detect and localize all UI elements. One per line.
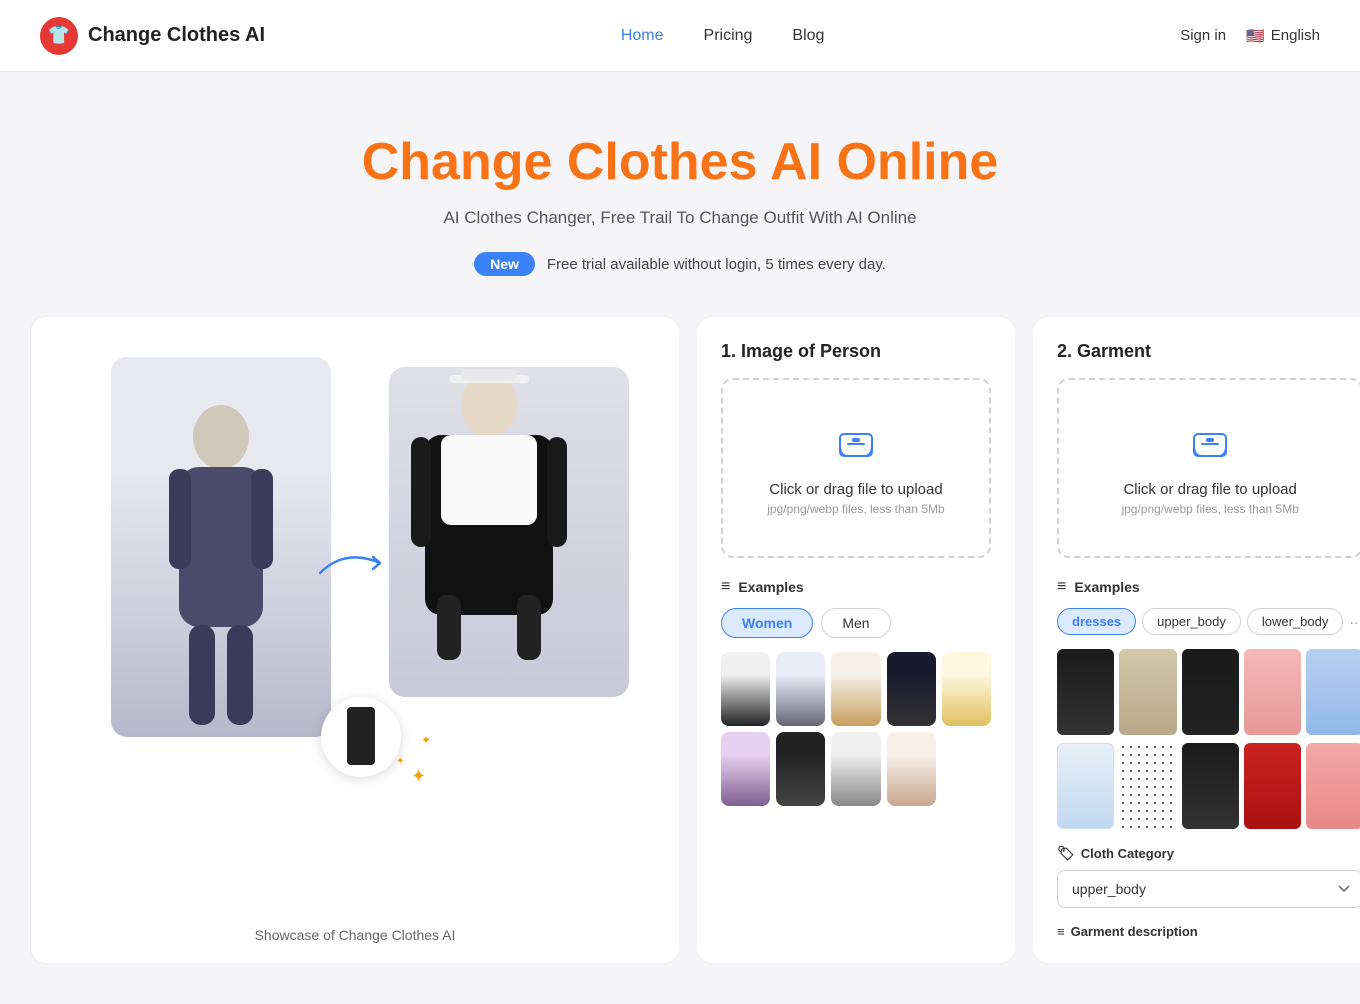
hero-subtitle: AI Clothes Changer, Free Trail To Change… <box>20 208 1340 228</box>
hero-badge-row: New Free trial available without login, … <box>20 252 1340 276</box>
main-content: ✦ ✦ ✦ Showcase of Change Clothes AI 1. I… <box>0 316 1360 1004</box>
tab-women[interactable]: Women <box>721 608 813 638</box>
showcase-label: Showcase of Change Clothes AI <box>255 927 456 943</box>
person-silhouette-right <box>389 367 589 667</box>
sign-in-button[interactable]: Sign in <box>1180 27 1226 44</box>
inbox-icon <box>836 420 876 460</box>
brand-icon: 👕 <box>40 17 78 55</box>
arrow-indicator <box>315 543 395 591</box>
cloth-category-label: 🏷 Cloth Category <box>1057 845 1360 862</box>
garment-example-3[interactable] <box>1182 649 1239 735</box>
garment-panel: 2. Garment Click or drag file to upload … <box>1032 316 1360 964</box>
showcase-person-after <box>389 367 629 697</box>
garment-panel-title: 2. Garment <box>1057 341 1360 362</box>
person-example-8[interactable] <box>831 732 880 806</box>
person-example-1[interactable] <box>721 652 770 726</box>
person-example-3[interactable] <box>831 652 880 726</box>
person-upload-icon <box>743 420 969 469</box>
person-example-5[interactable] <box>942 652 991 726</box>
person-silhouette-left <box>151 397 291 737</box>
gender-tabs: Women Men <box>721 608 991 638</box>
badge-text: Free trial available without login, 5 ti… <box>547 256 886 273</box>
language-label: English <box>1271 27 1320 44</box>
garment-examples-header: ≡ Examples <box>1057 578 1360 596</box>
brand-name: Change Clothes AI <box>88 24 265 47</box>
garment-grid-row1 <box>1057 649 1360 735</box>
tab-upper-body[interactable]: upper_body <box>1142 608 1241 635</box>
nav-home[interactable]: Home <box>621 27 664 45</box>
person-example-grid <box>721 652 991 806</box>
showcase-before-inner <box>111 357 331 737</box>
garment-grid-row2 <box>1057 743 1360 829</box>
person-example-9[interactable] <box>887 732 936 806</box>
showcase-panel: ✦ ✦ ✦ Showcase of Change Clothes AI <box>30 316 680 964</box>
garment-inbox-icon <box>1190 420 1230 460</box>
category-icon: 🏷 <box>1057 845 1075 862</box>
garment-tabs: dresses upper_body lower_body ··· <box>1057 608 1360 635</box>
garment-example-7[interactable] <box>1119 743 1176 829</box>
nav-pricing[interactable]: Pricing <box>704 27 753 45</box>
cloth-category-section: 🏷 Cloth Category upper_body lower_body d… <box>1057 845 1360 908</box>
garment-description-label: ≡ Garment description <box>1057 924 1360 939</box>
showcase-after-inner <box>389 367 629 697</box>
nav-right: Sign in 🇺🇸 English <box>1180 27 1320 45</box>
garment-upload-box[interactable]: Click or drag file to upload jpg/png/web… <box>1057 378 1360 558</box>
hero-title: Change Clothes AI Online <box>20 132 1340 192</box>
language-button[interactable]: 🇺🇸 English <box>1246 27 1320 45</box>
sparkle-icon-1: ✦ <box>411 766 426 787</box>
nav-blog[interactable]: Blog <box>792 27 824 45</box>
garment-upload-icon <box>1079 420 1341 469</box>
person-panel: 1. Image of Person Click or drag file to… <box>696 316 1016 964</box>
showcase-person-before <box>111 357 331 737</box>
tab-lower-body[interactable]: lower_body <box>1247 608 1344 635</box>
garment-example-9[interactable] <box>1244 743 1301 829</box>
nav-links: Home Pricing Blog <box>621 27 825 45</box>
garment-preview-circle <box>321 697 401 777</box>
more-tabs-button[interactable]: ··· <box>1349 614 1360 630</box>
person-upload-hint: jpg/png/webp files, less than 5Mb <box>743 502 969 516</box>
garment-upload-hint: jpg/png/webp files, less than 5Mb <box>1079 502 1341 516</box>
examples-label: Examples <box>738 579 803 595</box>
tab-dresses[interactable]: dresses <box>1057 608 1136 635</box>
person-example-4[interactable] <box>887 652 936 726</box>
arrow-icon <box>315 543 395 583</box>
person-upload-box[interactable]: Click or drag file to upload jpg/png/web… <box>721 378 991 558</box>
new-badge: New <box>474 252 535 276</box>
person-upload-text: Click or drag file to upload <box>743 481 969 498</box>
brand-logo[interactable]: 👕 Change Clothes AI <box>40 17 265 55</box>
sparkle-icon-3: ✦ <box>396 756 404 767</box>
garment-example-10[interactable] <box>1306 743 1360 829</box>
person-example-2[interactable] <box>776 652 825 726</box>
garment-example-4[interactable] <box>1244 649 1301 735</box>
navbar: 👕 Change Clothes AI Home Pricing Blog Si… <box>0 0 1360 72</box>
garment-example-2[interactable] <box>1119 649 1176 735</box>
garment-icon <box>339 707 383 767</box>
person-panel-title: 1. Image of Person <box>721 341 991 362</box>
garment-desc-icon: ≡ <box>1057 924 1065 939</box>
person-example-6[interactable] <box>721 732 770 806</box>
showcase-images: ✦ ✦ ✦ <box>51 337 659 797</box>
garment-example-5[interactable] <box>1306 649 1360 735</box>
tab-men[interactable]: Men <box>821 608 890 638</box>
garment-examples-label: Examples <box>1074 579 1139 595</box>
flag-icon: 🇺🇸 <box>1246 27 1265 45</box>
garment-example-8[interactable] <box>1182 743 1239 829</box>
hero-section: Change Clothes AI Online AI Clothes Chan… <box>0 72 1360 316</box>
garment-examples-icon: ≡ <box>1057 578 1066 596</box>
sparkle-icon-2: ✦ <box>421 733 431 747</box>
person-example-7[interactable] <box>776 732 825 806</box>
garment-example-6[interactable] <box>1057 743 1114 829</box>
cloth-category-select[interactable]: upper_body lower_body dresses full_body <box>1057 870 1360 908</box>
person-examples-header: ≡ Examples <box>721 578 991 596</box>
garment-upload-text: Click or drag file to upload <box>1079 481 1341 498</box>
examples-icon: ≡ <box>721 578 730 596</box>
garment-example-1[interactable] <box>1057 649 1114 735</box>
